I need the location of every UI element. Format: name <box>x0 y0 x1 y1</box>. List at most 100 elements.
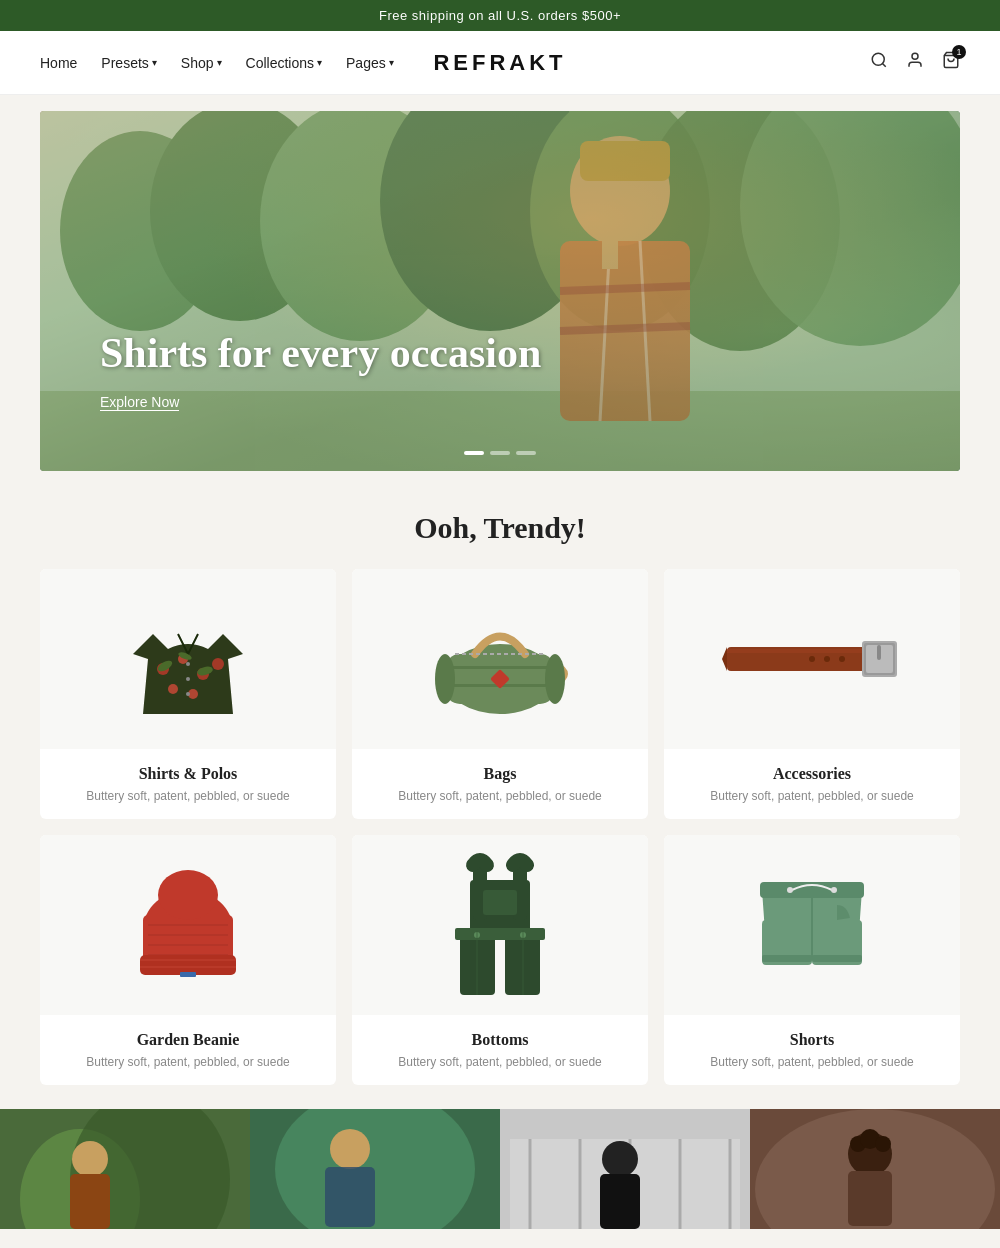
svg-point-60 <box>158 870 218 920</box>
product-name-bags: Bags <box>368 765 632 783</box>
svg-point-87 <box>330 1129 370 1169</box>
product-grid: Shirts & Polos Buttery soft, patent, peb… <box>40 569 960 1085</box>
section-title: Ooh, Trendy! <box>0 511 1000 545</box>
product-card-bags[interactable]: Bags Buttery soft, patent, pebbled, or s… <box>352 569 648 819</box>
svg-point-39 <box>435 654 455 704</box>
hero-section: Shirts for every occasion Explore Now <box>40 111 960 471</box>
chevron-down-icon: ▾ <box>152 57 157 68</box>
svg-rect-42 <box>727 649 867 653</box>
svg-line-1 <box>882 63 885 66</box>
hero-content: Shirts for every occasion Explore Now <box>100 328 541 411</box>
svg-point-49 <box>809 656 815 662</box>
product-name-shorts: Shorts <box>680 1031 944 1049</box>
svg-rect-97 <box>600 1174 640 1229</box>
product-card-shirts[interactable]: Shirts & Polos Buttery soft, patent, peb… <box>40 569 336 819</box>
product-image-shirts <box>40 569 336 749</box>
product-name-shirts: Shirts & Polos <box>56 765 320 783</box>
product-name-beanie: Garden Beanie <box>56 1031 320 1049</box>
svg-rect-79 <box>812 955 862 962</box>
svg-line-18 <box>560 286 690 291</box>
svg-point-0 <box>872 53 884 65</box>
chevron-down-icon: ▾ <box>217 57 222 68</box>
svg-rect-59 <box>180 972 196 977</box>
product-info-bags: Bags Buttery soft, patent, pebbled, or s… <box>352 749 648 819</box>
nav-pages[interactable]: Pages ▾ <box>346 55 394 71</box>
svg-point-24 <box>168 684 178 694</box>
svg-point-47 <box>839 656 845 662</box>
product-card-shorts[interactable]: Shorts Buttery soft, patent, pebbled, or… <box>664 835 960 1085</box>
bottom-cell-1[interactable] <box>0 1109 250 1229</box>
product-image-accessories <box>664 569 960 749</box>
product-info-shorts: Shorts Buttery soft, patent, pebbled, or… <box>664 1015 960 1085</box>
svg-point-83 <box>72 1141 108 1177</box>
svg-rect-88 <box>325 1167 375 1227</box>
nav-icons: 1 <box>870 51 960 74</box>
product-desc-beanie: Buttery soft, patent, pebbled, or suede <box>56 1055 320 1069</box>
hero-dot-3[interactable] <box>516 451 536 455</box>
svg-rect-35 <box>445 666 555 669</box>
product-info-bottoms: Bottoms Buttery soft, patent, pebbled, o… <box>352 1015 648 1085</box>
svg-point-30 <box>186 662 190 666</box>
product-desc-bottoms: Buttery soft, patent, pebbled, or suede <box>368 1055 632 1069</box>
product-info-accessories: Accessories Buttery soft, patent, pebble… <box>664 749 960 819</box>
product-desc-accessories: Buttery soft, patent, pebbled, or suede <box>680 789 944 803</box>
product-info-shirts: Shirts & Polos Buttery soft, patent, peb… <box>40 749 336 819</box>
product-name-bottoms: Bottoms <box>368 1031 632 1049</box>
bottom-image-row <box>0 1109 1000 1229</box>
product-image-bottoms <box>352 835 648 1015</box>
svg-point-32 <box>186 692 190 696</box>
nav-home[interactable]: Home <box>40 55 77 71</box>
svg-rect-67 <box>483 890 517 915</box>
product-image-bags <box>352 569 648 749</box>
svg-point-48 <box>824 656 830 662</box>
product-image-beanie <box>40 835 336 1015</box>
svg-rect-104 <box>848 1171 892 1226</box>
site-logo[interactable]: REFRAKT <box>433 50 566 76</box>
banner-text: Free shipping on all U.S. orders $500+ <box>379 8 621 23</box>
svg-point-25 <box>212 658 224 670</box>
hero-dot-2[interactable] <box>490 451 510 455</box>
search-icon[interactable] <box>870 51 888 74</box>
product-desc-shirts: Buttery soft, patent, pebbled, or suede <box>56 789 320 803</box>
bottom-cell-3[interactable] <box>500 1109 750 1229</box>
account-icon[interactable] <box>906 51 924 74</box>
product-card-accessories[interactable]: Accessories Buttery soft, patent, pebble… <box>664 569 960 819</box>
bottom-cell-2[interactable] <box>250 1109 500 1229</box>
svg-point-2 <box>912 53 918 59</box>
nav-collections[interactable]: Collections ▾ <box>246 55 322 71</box>
svg-rect-78 <box>762 955 812 962</box>
trendy-section: Ooh, Trendy! <box>0 511 1000 1085</box>
svg-rect-14 <box>580 141 670 181</box>
cart-badge: 1 <box>952 45 966 59</box>
product-card-beanie[interactable]: Garden Beanie Buttery soft, patent, pebb… <box>40 835 336 1085</box>
svg-point-96 <box>602 1141 638 1177</box>
svg-point-40 <box>545 654 565 704</box>
product-image-shorts <box>664 835 960 1015</box>
hero-dots <box>464 451 536 455</box>
cart-icon[interactable]: 1 <box>942 51 960 74</box>
product-info-beanie: Garden Beanie Buttery soft, patent, pebb… <box>40 1015 336 1085</box>
product-card-bottoms[interactable]: Bottoms Buttery soft, patent, pebbled, o… <box>352 835 648 1085</box>
hero-title: Shirts for every occasion <box>100 328 541 378</box>
svg-point-103 <box>875 1136 891 1152</box>
bottom-cell-4[interactable] <box>750 1109 1000 1229</box>
nav-shop[interactable]: Shop ▾ <box>181 55 222 71</box>
hero-cta-button[interactable]: Explore Now <box>100 394 179 411</box>
product-desc-shorts: Buttery soft, patent, pebbled, or suede <box>680 1055 944 1069</box>
top-banner: Free shipping on all U.S. orders $500+ <box>0 0 1000 31</box>
svg-point-74 <box>831 887 837 893</box>
svg-line-19 <box>560 326 690 331</box>
svg-point-73 <box>787 887 793 893</box>
svg-rect-46 <box>877 645 881 660</box>
navigation: Home Presets ▾ Shop ▾ Collections ▾ Page… <box>0 31 1000 95</box>
nav-presets[interactable]: Presets ▾ <box>101 55 156 71</box>
svg-rect-66 <box>455 928 545 940</box>
chevron-down-icon: ▾ <box>389 57 394 68</box>
product-desc-bags: Buttery soft, patent, pebbled, or suede <box>368 789 632 803</box>
nav-links: Home Presets ▾ Shop ▾ Collections ▾ Page… <box>40 55 394 71</box>
chevron-down-icon: ▾ <box>317 57 322 68</box>
hero-dot-1[interactable] <box>464 451 484 455</box>
svg-point-31 <box>186 677 190 681</box>
svg-rect-84 <box>70 1174 110 1229</box>
svg-rect-20 <box>602 239 618 269</box>
